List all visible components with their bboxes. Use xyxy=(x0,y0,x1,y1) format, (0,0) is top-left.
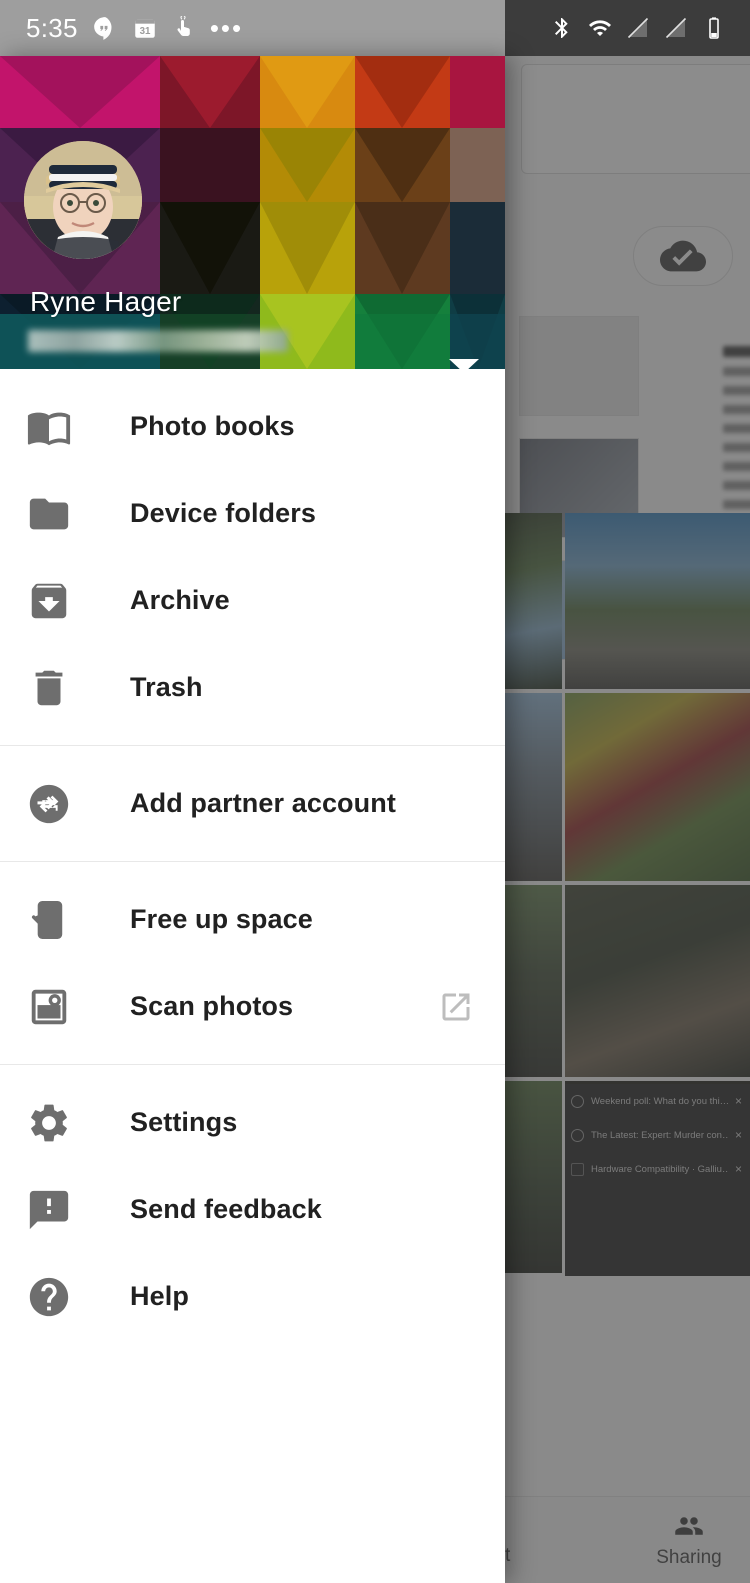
folder-icon xyxy=(26,491,82,537)
free-up-space-icon xyxy=(26,897,82,943)
status-bar-left: 5:35 31 ••• xyxy=(0,0,505,56)
open-in-new-icon[interactable] xyxy=(433,989,479,1025)
drawer-section-support: Settings Send feedback Help xyxy=(0,1064,505,1354)
drawer-item-help[interactable]: Help xyxy=(0,1253,505,1340)
drawer-item-settings[interactable]: Settings xyxy=(0,1079,505,1166)
drawer-item-scan-photos[interactable]: Scan photos xyxy=(0,963,505,1050)
help-circle-icon xyxy=(26,1274,82,1320)
account-name: Ryne Hager xyxy=(30,286,182,317)
signal-off-2-icon xyxy=(665,17,687,39)
drawer-item-free-up-space[interactable]: Free up space xyxy=(0,876,505,963)
drawer-item-label: Archive xyxy=(130,585,230,615)
drawer-item-label: Device folders xyxy=(130,498,316,528)
phone-screen: Weekend poll: What do you thi… × The Lat… xyxy=(0,0,750,1583)
drawer-section-library: Photo books Device folders Archive Trash xyxy=(0,369,505,745)
navigation-drawer[interactable]: Ryne Hager Photo books Device folders Ar… xyxy=(0,56,505,1583)
drawer-item-photo-books[interactable]: Photo books xyxy=(0,383,505,470)
drawer-header[interactable]: Ryne Hager xyxy=(0,56,505,369)
avatar[interactable] xyxy=(24,141,142,259)
drawer-item-label: Add partner account xyxy=(130,788,396,818)
status-bar-right xyxy=(505,0,750,56)
drawer-item-label: Settings xyxy=(130,1107,238,1137)
drawer-item-label: Trash xyxy=(130,672,203,702)
feedback-icon xyxy=(26,1187,82,1233)
drawer-item-label: Photo books xyxy=(130,411,295,441)
drawer-item-label: Scan photos xyxy=(130,991,294,1021)
drawer-item-archive[interactable]: Archive xyxy=(0,557,505,644)
drawer-section-tools: Free up space Scan photos xyxy=(0,861,505,1064)
chevron-down-icon[interactable] xyxy=(449,359,479,369)
account-email-redacted xyxy=(28,330,288,352)
drawer-item-device-folders[interactable]: Device folders xyxy=(0,470,505,557)
touch-pointer-icon xyxy=(177,16,190,36)
archive-icon xyxy=(26,578,82,624)
drawer-section-partner: Add partner account xyxy=(0,745,505,861)
signal-off-icon xyxy=(627,17,649,39)
partner-share-icon xyxy=(26,781,82,827)
scan-photos-icon xyxy=(26,984,82,1030)
hangouts-icon xyxy=(93,17,112,40)
trash-icon xyxy=(26,665,82,711)
drawer-item-trash[interactable]: Trash xyxy=(0,644,505,731)
drawer-item-send-feedback[interactable]: Send feedback xyxy=(0,1166,505,1253)
photo-books-icon xyxy=(26,404,82,450)
drawer-item-label: Send feedback xyxy=(130,1194,322,1224)
gear-icon xyxy=(26,1100,82,1146)
drawer-menu[interactable]: Photo books Device folders Archive Trash… xyxy=(0,369,505,1354)
bluetooth-icon xyxy=(555,18,568,38)
drawer-item-label: Help xyxy=(130,1281,189,1311)
battery-low-icon xyxy=(709,17,719,39)
status-bar: 5:35 31 ••• xyxy=(0,0,750,56)
calendar-31-icon: 31 xyxy=(135,19,155,38)
wifi-icon xyxy=(589,20,611,36)
drawer-item-label: Free up space xyxy=(130,904,313,934)
status-bar-clock: 5:35 xyxy=(26,12,78,43)
drawer-item-add-partner-account[interactable]: Add partner account xyxy=(0,760,505,847)
svg-text:31: 31 xyxy=(139,26,150,37)
status-overflow-icon: ••• xyxy=(209,13,244,43)
